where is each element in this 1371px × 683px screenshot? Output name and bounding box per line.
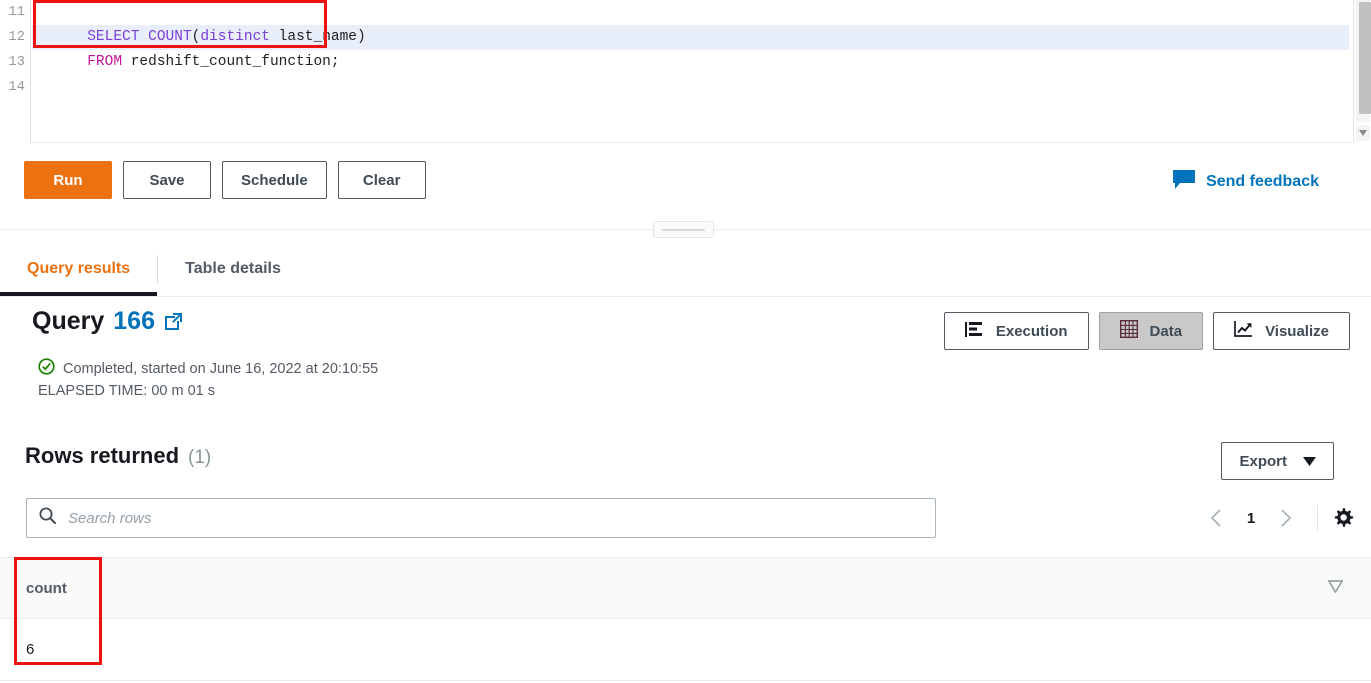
- query-title: Query 166: [32, 307, 183, 336]
- table-header-row: count: [0, 557, 1371, 619]
- line-number: 14: [8, 79, 25, 95]
- sql-text: redshift_count_function;: [122, 54, 340, 70]
- gear-icon[interactable]: [1332, 507, 1354, 529]
- splitter-drag-handle[interactable]: [653, 221, 714, 238]
- send-feedback-label: Send feedback: [1206, 173, 1319, 190]
- scrollbar-thumb[interactable]: [1359, 2, 1371, 114]
- result-view-switcher: Execution Data Visualize: [934, 312, 1350, 350]
- execution-icon: [964, 321, 984, 342]
- chevron-left-icon[interactable]: [1199, 501, 1233, 535]
- speech-bubble-icon: [1173, 170, 1196, 194]
- send-feedback-link[interactable]: Send feedback: [1173, 170, 1319, 194]
- chevron-right-icon[interactable]: [1269, 501, 1303, 535]
- status-success-icon: [38, 358, 55, 379]
- search-rows-box[interactable]: [26, 498, 936, 538]
- clear-button[interactable]: Clear: [337, 161, 426, 199]
- query-elapsed-time: ELAPSED TIME: 00 m 01 s: [38, 383, 216, 399]
- pagination-divider: [1317, 505, 1318, 531]
- sql-keyword: SELECT: [87, 29, 140, 45]
- table-cell-count: 6: [26, 641, 35, 658]
- results-search-row: 1: [0, 498, 1371, 544]
- editor-line-number-gutter: 11 12 13 14: [0, 0, 31, 143]
- editor-action-buttons: Run Save Schedule Clear: [24, 161, 426, 199]
- external-link-icon[interactable]: [164, 309, 183, 338]
- panel-splitter[interactable]: [0, 216, 1371, 244]
- line-number: 11: [8, 4, 25, 20]
- save-button[interactable]: Save: [123, 161, 211, 199]
- pagination-page-number[interactable]: 1: [1237, 510, 1265, 527]
- view-data-label: Data: [1149, 322, 1183, 340]
- sql-keyword: distinct: [200, 29, 270, 45]
- scrollbar-down-arrow-icon[interactable]: [1356, 125, 1370, 141]
- view-visualize-label: Visualize: [1265, 322, 1329, 340]
- sql-editor[interactable]: 11 12 13 14 SELECT COUNT(distinct last_n…: [0, 0, 1371, 143]
- search-icon: [39, 507, 56, 529]
- query-header: Query 166 Completed, started on June 16,…: [0, 298, 1371, 420]
- view-data-button[interactable]: Data: [1098, 312, 1204, 350]
- sql-keyword: FROM: [87, 54, 123, 70]
- results-header: Rows returned (1) Export: [0, 430, 1371, 486]
- scrollbar-track[interactable]: [1356, 0, 1371, 122]
- view-visualize-button[interactable]: Visualize: [1213, 312, 1350, 350]
- line-chart-icon: [1234, 320, 1253, 342]
- export-button[interactable]: Export: [1221, 442, 1334, 480]
- code-line-11[interactable]: SELECT COUNT(distinct last_name): [32, 0, 1349, 45]
- rows-returned-label: Rows returned: [25, 443, 180, 468]
- editor-toolbar: Run Save Schedule Clear Send feedback: [0, 144, 1371, 216]
- tab-table-details-label: Table details: [185, 259, 281, 277]
- schedule-button[interactable]: Schedule: [222, 161, 327, 199]
- query-status-text: Completed, started on June 16, 2022 at 2…: [63, 360, 379, 377]
- export-label: Export: [1239, 452, 1287, 470]
- table-grid-icon: [1119, 319, 1138, 342]
- table-column-header-count[interactable]: count: [0, 580, 67, 597]
- table-row[interactable]: 6: [0, 619, 1371, 681]
- line-number: 12: [8, 29, 25, 45]
- rows-returned-count: (1): [188, 447, 212, 468]
- query-id: 166: [113, 307, 155, 335]
- tab-query-results[interactable]: Query results: [0, 241, 157, 296]
- tab-table-details[interactable]: Table details: [158, 241, 308, 296]
- query-status: Completed, started on June 16, 2022 at 2…: [38, 358, 378, 379]
- filter-triangle-icon[interactable]: [1327, 580, 1344, 598]
- tab-query-results-label: Query results: [27, 259, 131, 277]
- view-execution-button[interactable]: Execution: [943, 312, 1089, 350]
- line-number: 13: [8, 54, 25, 70]
- code-line-14[interactable]: [32, 75, 1349, 100]
- results-table: count 6: [0, 557, 1371, 681]
- sql-text: last_name): [269, 29, 366, 45]
- rows-returned: Rows returned (1): [25, 443, 211, 469]
- editor-code-area[interactable]: SELECT COUNT(distinct last_name) FROM re…: [32, 0, 1349, 143]
- query-title-prefix: Query: [32, 307, 105, 335]
- sql-keyword: COUNT: [148, 29, 192, 45]
- search-input[interactable]: [66, 508, 923, 528]
- run-button[interactable]: Run: [24, 161, 112, 199]
- results-pagination: 1: [1199, 501, 1354, 535]
- editor-vertical-scrollbar[interactable]: [1353, 0, 1371, 143]
- caret-down-icon: [1303, 453, 1316, 470]
- view-execution-label: Execution: [995, 322, 1068, 340]
- results-tabs: Query results Table details: [0, 241, 1371, 297]
